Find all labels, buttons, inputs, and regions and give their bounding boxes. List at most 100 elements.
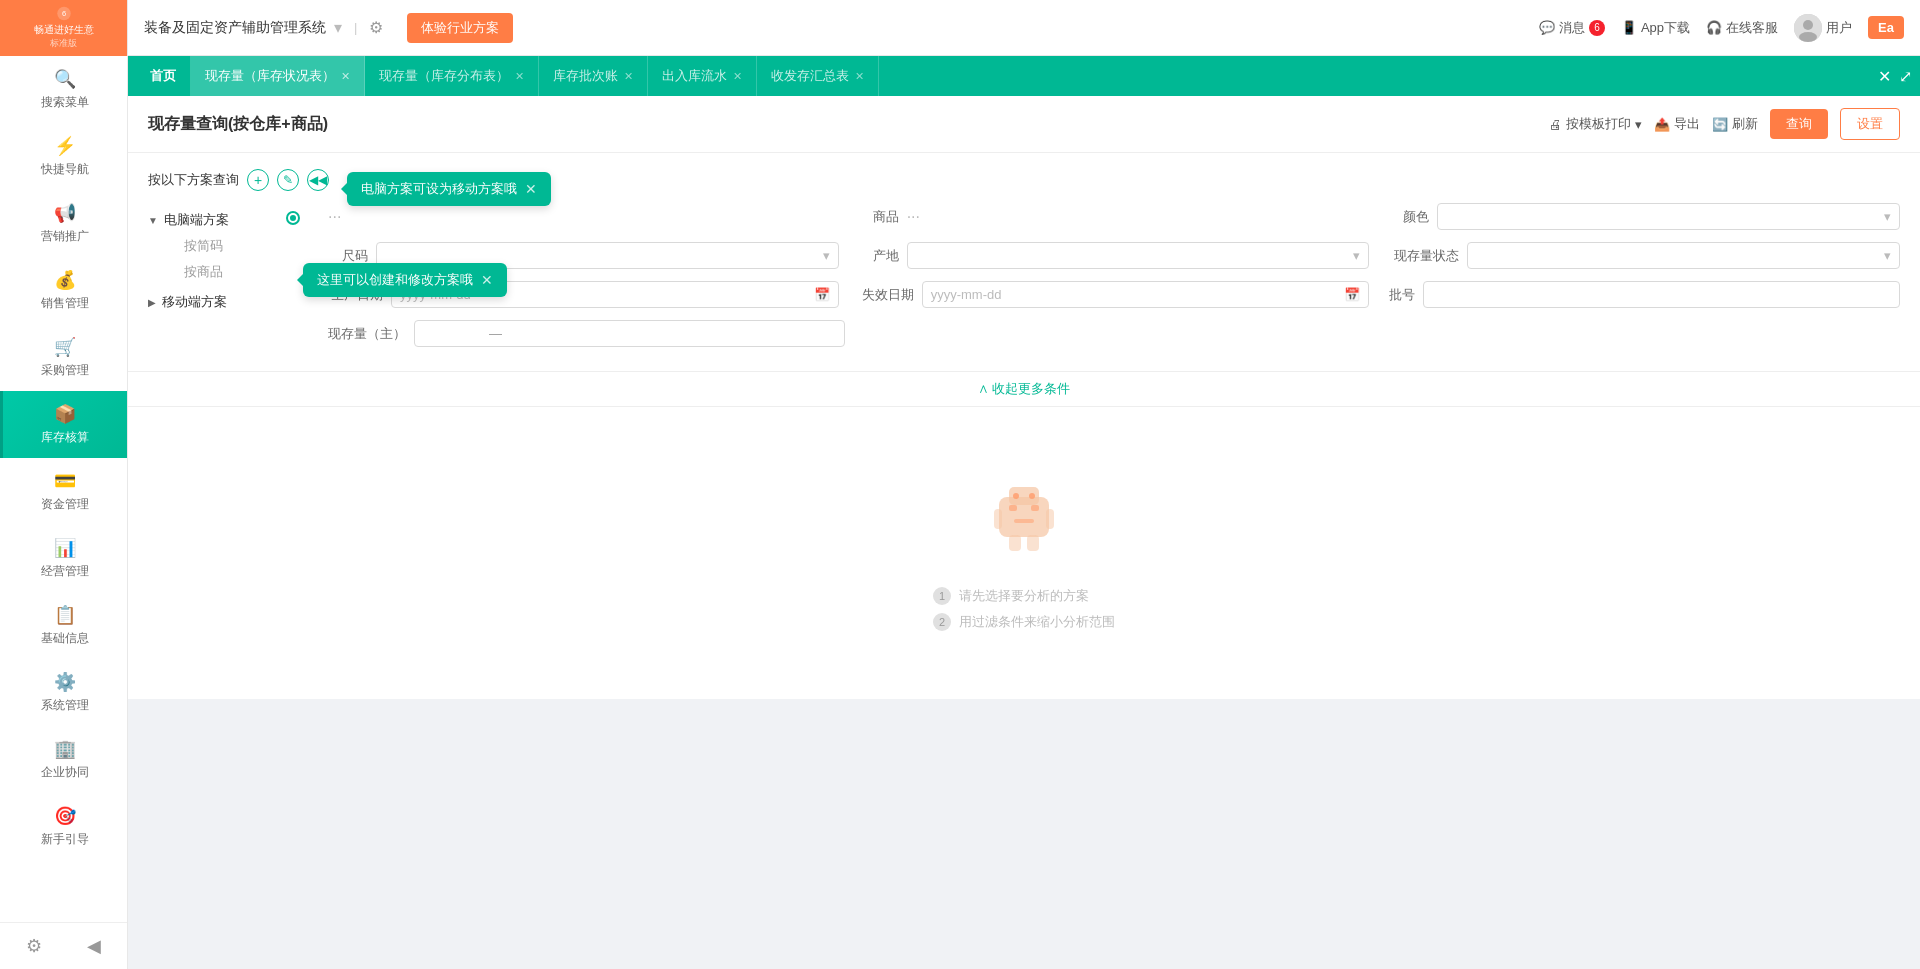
system-icon: ⚙️ xyxy=(54,671,76,693)
collapse-icon: ∧ xyxy=(978,381,989,396)
settings-topbar-icon[interactable]: ⚙ xyxy=(369,18,383,37)
app-download-btn[interactable]: 📱 App下载 xyxy=(1621,19,1690,37)
sidebar-item-purchase[interactable]: 🛒 采购管理 xyxy=(0,324,127,391)
child-jianma-label: 按简码 xyxy=(184,237,223,255)
logo: 6 畅通进好生意 标准版 xyxy=(0,0,127,56)
page-title: 现存量查询(按仓库+商品) xyxy=(148,114,328,135)
industry-btn[interactable]: 体验行业方案 xyxy=(407,13,513,43)
add-scheme-btn[interactable]: + xyxy=(247,169,269,191)
calendar-icon-2: 📅 xyxy=(1344,287,1360,302)
filter-label: 按以下方案查询 xyxy=(148,171,239,189)
search-btn[interactable]: 查询 xyxy=(1770,109,1828,139)
prev-scheme-btn[interactable]: ◀◀ xyxy=(307,169,329,191)
sidebar-item-finance-label: 资金管理 xyxy=(41,496,89,513)
refresh-btn[interactable]: 🔄 刷新 xyxy=(1712,115,1758,133)
tab-inventory-dist[interactable]: 现存量（库存分布表） ✕ xyxy=(365,56,539,96)
close-all-tabs-btn[interactable]: ✕ xyxy=(1878,67,1891,86)
filter-fields-area: ··· 商品 ··· 颜色 ▾ xyxy=(328,203,1900,355)
maximize-tabs-btn[interactable]: ⤢ xyxy=(1899,67,1912,86)
sidebar-item-operation[interactable]: 📊 经营管理 xyxy=(0,525,127,592)
tooltip2-close[interactable]: ✕ xyxy=(481,272,493,288)
tooltip1-close[interactable]: ✕ xyxy=(525,181,537,197)
quick-icon: ⚡ xyxy=(54,135,76,157)
export-btn[interactable]: 📤 导出 xyxy=(1654,115,1700,133)
page-header: 现存量查询(按仓库+商品) 🖨 按模板打印 ▾ 📤 导出 🔄 刷新 查询 设置 xyxy=(128,96,1920,153)
tree-mobile-scheme[interactable]: ▶ 移动端方案 xyxy=(148,289,308,315)
filter-origin-arrow: ▾ xyxy=(1353,248,1360,263)
dropdown-arrow[interactable]: ▾ xyxy=(334,18,342,37)
tab-receive-summary[interactable]: 收发存汇总表 ✕ xyxy=(757,56,879,96)
filter-size-arrow: ▾ xyxy=(823,248,830,263)
sidebar-item-base[interactable]: 📋 基础信息 xyxy=(0,592,127,659)
corp-icon: 🏢 xyxy=(54,738,76,760)
filter-dots-2: ··· xyxy=(907,208,920,226)
tab-inout-flow-close[interactable]: ✕ xyxy=(733,70,742,83)
filter-inv-qty-min[interactable] xyxy=(423,326,483,341)
range-dash: — xyxy=(489,326,502,341)
filter-row-4: 现存量（主） — xyxy=(328,320,1900,347)
sidebar-item-sales[interactable]: 💰 销售管理 xyxy=(0,257,127,324)
message-btn[interactable]: 💬 消息 6 xyxy=(1539,19,1605,37)
tab-inventory-status-close[interactable]: ✕ xyxy=(341,70,350,83)
sidebar-item-finance[interactable]: 💳 资金管理 xyxy=(0,458,127,525)
tab-batch-account[interactable]: 库存批次账 ✕ xyxy=(539,56,648,96)
empty-steps: 1 请先选择要分析的方案 2 用过滤条件来缩小分析范围 xyxy=(933,587,1115,639)
sidebar-item-inventory-label: 库存核算 xyxy=(41,429,89,446)
sidebar-item-quick[interactable]: ⚡ 快捷导航 xyxy=(0,123,127,190)
filter-inv-status-select[interactable]: ▾ xyxy=(1467,242,1900,269)
sidebar-item-search[interactable]: 🔍 搜索菜单 xyxy=(0,56,127,123)
filter-row-1: ··· 商品 ··· 颜色 ▾ xyxy=(328,203,1900,230)
template-print-btn[interactable]: 🖨 按模板打印 ▾ xyxy=(1549,115,1642,133)
tree-desktop-scheme[interactable]: ▼ 电脑端方案 xyxy=(148,207,308,233)
svg-point-3 xyxy=(1803,20,1813,30)
calendar-icon-1: 📅 xyxy=(814,287,830,302)
sidebar-item-inventory[interactable]: 📦 库存核算 xyxy=(0,391,127,458)
settings-btn[interactable]: 设置 xyxy=(1840,108,1900,140)
message-icon: 💬 xyxy=(1539,20,1555,35)
filter-inv-qty-range: — xyxy=(414,320,845,347)
tree-arrow-desktop: ▼ xyxy=(148,215,158,226)
phone-icon: 📱 xyxy=(1621,20,1637,35)
collapse-sidebar-btn[interactable]: ◀ xyxy=(87,935,101,957)
sidebar-item-system[interactable]: ⚙️ 系统管理 xyxy=(0,659,127,726)
filter-color-select[interactable]: ▾ xyxy=(1437,203,1900,230)
collapse-bar[interactable]: ∧ 收起更多条件 xyxy=(128,372,1920,407)
filter-label-product: 商品 xyxy=(859,208,899,226)
tab-batch-account-close[interactable]: ✕ xyxy=(624,70,633,83)
filter-label-size: 尺码 xyxy=(328,247,368,265)
svg-point-4 xyxy=(1799,32,1817,42)
tab-home-label: 首页 xyxy=(150,67,176,85)
tab-inventory-status[interactable]: 现存量（库存状况表） ✕ xyxy=(191,56,365,96)
filter-origin-select[interactable]: ▾ xyxy=(907,242,1370,269)
tab-home[interactable]: 首页 xyxy=(136,56,191,96)
filter-inv-qty-max[interactable] xyxy=(508,326,568,341)
topbar-left: 装备及固定资产辅助管理系统 ▾ | ⚙ 体验行业方案 xyxy=(144,13,513,43)
filter-batch-input[interactable] xyxy=(1423,281,1900,308)
sidebar-item-newbie[interactable]: 🎯 新手引导 xyxy=(0,793,127,860)
filter-expiry-date-start[interactable]: yyyy-mm-dd 📅 xyxy=(922,281,1370,308)
topbar: 装备及固定资产辅助管理系统 ▾ | ⚙ 体验行业方案 💬 消息 6 📱 App下… xyxy=(128,0,1920,56)
tab-batch-account-label: 库存批次账 xyxy=(553,67,618,85)
sidebar-item-corp[interactable]: 🏢 企业协同 xyxy=(0,726,127,793)
tree-desktop-label: 电脑端方案 xyxy=(164,211,229,229)
service-btn[interactable]: 🎧 在线客服 xyxy=(1706,19,1778,37)
tab-receive-summary-close[interactable]: ✕ xyxy=(855,70,864,83)
tab-inout-flow[interactable]: 出入库流水 ✕ xyxy=(648,56,757,96)
tree-child-product[interactable]: 按商品 xyxy=(184,259,308,285)
export-icon: 📤 xyxy=(1654,117,1670,132)
empty-step-2-text: 用过滤条件来缩小分析范围 xyxy=(959,613,1115,631)
step-num-2: 2 xyxy=(933,613,951,631)
tab-inventory-dist-close[interactable]: ✕ xyxy=(515,70,524,83)
sidebar-item-marketing[interactable]: 📢 营销推广 xyxy=(0,190,127,257)
user-area[interactable]: 用户 xyxy=(1794,14,1852,42)
settings-bottom-btn[interactable]: ⚙ xyxy=(26,935,42,957)
filter-inv-status: 现存量状态 ▾ xyxy=(1389,242,1900,269)
sidebar-item-marketing-label: 营销推广 xyxy=(41,228,89,245)
edit-scheme-btn[interactable]: ✎ xyxy=(277,169,299,191)
filter-batch-num: 批号 xyxy=(1389,281,1900,308)
empty-step-2: 2 用过滤条件来缩小分析范围 xyxy=(933,613,1115,631)
app-label: App下载 xyxy=(1641,19,1690,37)
message-badge: 6 xyxy=(1589,20,1605,36)
sidebar-item-operation-label: 经营管理 xyxy=(41,563,89,580)
tree-child-jianma[interactable]: 按简码 xyxy=(184,233,308,259)
